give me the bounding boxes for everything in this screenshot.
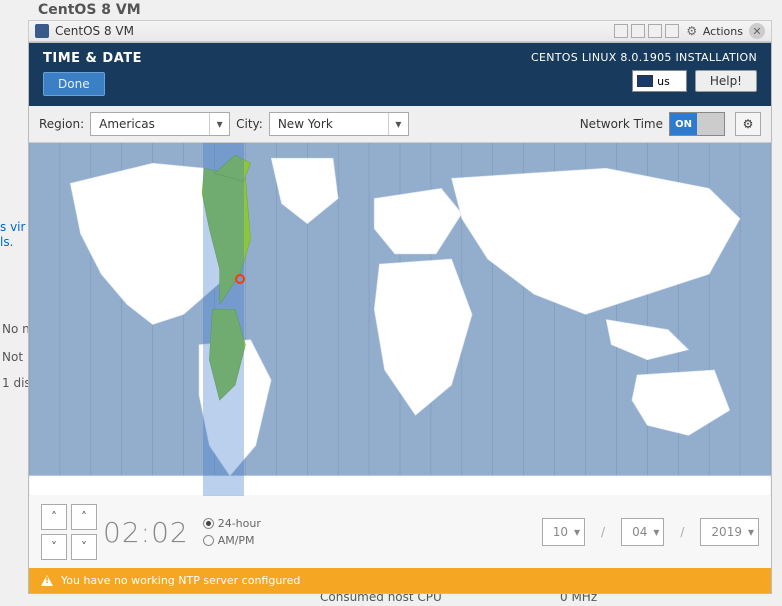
minute-up-button[interactable]: ˄ — [71, 504, 97, 530]
chevron-down-icon: ▾ — [209, 113, 229, 135]
gear-icon: ⚙ — [743, 117, 754, 131]
chevron-down-icon: ▾ — [388, 113, 408, 135]
date-separator: / — [680, 525, 684, 539]
city-select[interactable]: New York ▾ — [269, 112, 409, 136]
network-time-label: Network Time — [580, 117, 663, 131]
month-value: 10 — [553, 525, 568, 539]
warning-bar: You have no working NTP server configure… — [29, 568, 771, 593]
year-value: 2019 — [711, 525, 742, 539]
window-button[interactable] — [631, 24, 645, 38]
gear-icon[interactable]: ⚙ — [685, 24, 699, 38]
outer-window-title: CentOS 8 VM — [38, 2, 141, 18]
actions-menu[interactable]: Actions — [703, 25, 743, 38]
window-button[interactable] — [648, 24, 662, 38]
vm-window-title: CentOS 8 VM — [55, 24, 611, 38]
year-select[interactable]: 2019 ▾ — [700, 518, 759, 546]
radio-icon — [203, 518, 214, 529]
month-select[interactable]: 10 ▾ — [542, 518, 585, 546]
region-label: Region: — [39, 117, 84, 131]
timezone-map[interactable] — [29, 143, 771, 496]
hour-up-button[interactable]: ˄ — [41, 504, 67, 530]
help-button[interactable]: Help! — [695, 70, 757, 92]
keyboard-flag-icon — [637, 75, 653, 87]
date-separator: / — [601, 525, 605, 539]
installer-header: TIME & DATE Done CENTOS LINUX 8.0.1905 I… — [29, 43, 771, 106]
keyboard-layout-label: us — [657, 75, 670, 88]
toggle-off-side — [697, 113, 724, 135]
chevron-down-icon: ▾ — [748, 525, 754, 539]
format-24h-radio[interactable]: 24-hour — [203, 517, 261, 530]
done-button[interactable]: Done — [43, 72, 105, 96]
region-value: Americas — [91, 117, 209, 131]
day-value: 04 — [632, 525, 647, 539]
chevron-down-icon: ▾ — [574, 525, 580, 539]
format-ampm-radio[interactable]: AM/PM — [203, 534, 261, 547]
vm-console-titlebar: CentOS 8 VM ⚙ Actions ✕ — [28, 20, 772, 42]
region-select[interactable]: Americas ▾ — [90, 112, 230, 136]
bg-text: ls. — [0, 235, 13, 249]
city-label: City: — [236, 117, 263, 131]
bg-text: 1 dis — [2, 376, 31, 390]
format-24h-label: 24-hour — [218, 517, 261, 530]
warning-icon — [41, 575, 53, 586]
window-button[interactable] — [665, 24, 679, 38]
location-pin-icon — [235, 274, 245, 284]
minute-down-button[interactable]: ˅ — [71, 534, 97, 560]
toggle-on-label: ON — [670, 113, 697, 135]
time-format-group: 24-hour AM/PM — [203, 517, 261, 547]
bg-text: No n — [2, 322, 30, 336]
close-icon[interactable]: ✕ — [749, 23, 765, 39]
selected-timezone-band — [203, 143, 244, 496]
format-ampm-label: AM/PM — [218, 534, 255, 547]
region-city-bar: Region: Americas ▾ City: New York ▾ Netw… — [29, 106, 771, 143]
radio-icon — [203, 535, 214, 546]
page-title: TIME & DATE — [43, 51, 142, 66]
bottom-bar: ˄ ˄ ˅ ˅ 02:02 24-hour AM/PM 10 — [29, 496, 771, 568]
installer-window: TIME & DATE Done CENTOS LINUX 8.0.1905 I… — [28, 42, 772, 594]
bg-text: Not i — [2, 350, 30, 364]
keyboard-layout-indicator[interactable]: us — [632, 70, 687, 92]
bg-text: s vir — [0, 220, 25, 234]
world-map-svg — [29, 143, 771, 496]
city-value: New York — [270, 117, 388, 131]
chevron-down-icon: ▾ — [653, 525, 659, 539]
hour-down-button[interactable]: ˅ — [41, 534, 67, 560]
time-display: 02:02 — [103, 516, 189, 549]
installer-subtitle: CENTOS LINUX 8.0.1905 INSTALLATION — [531, 51, 757, 64]
warning-message: You have no working NTP server configure… — [61, 574, 300, 587]
network-time-toggle[interactable]: ON — [669, 112, 725, 136]
window-button[interactable] — [614, 24, 628, 38]
ntp-settings-button[interactable]: ⚙ — [735, 112, 761, 136]
day-select[interactable]: 04 ▾ — [621, 518, 664, 546]
vm-icon — [35, 24, 49, 38]
